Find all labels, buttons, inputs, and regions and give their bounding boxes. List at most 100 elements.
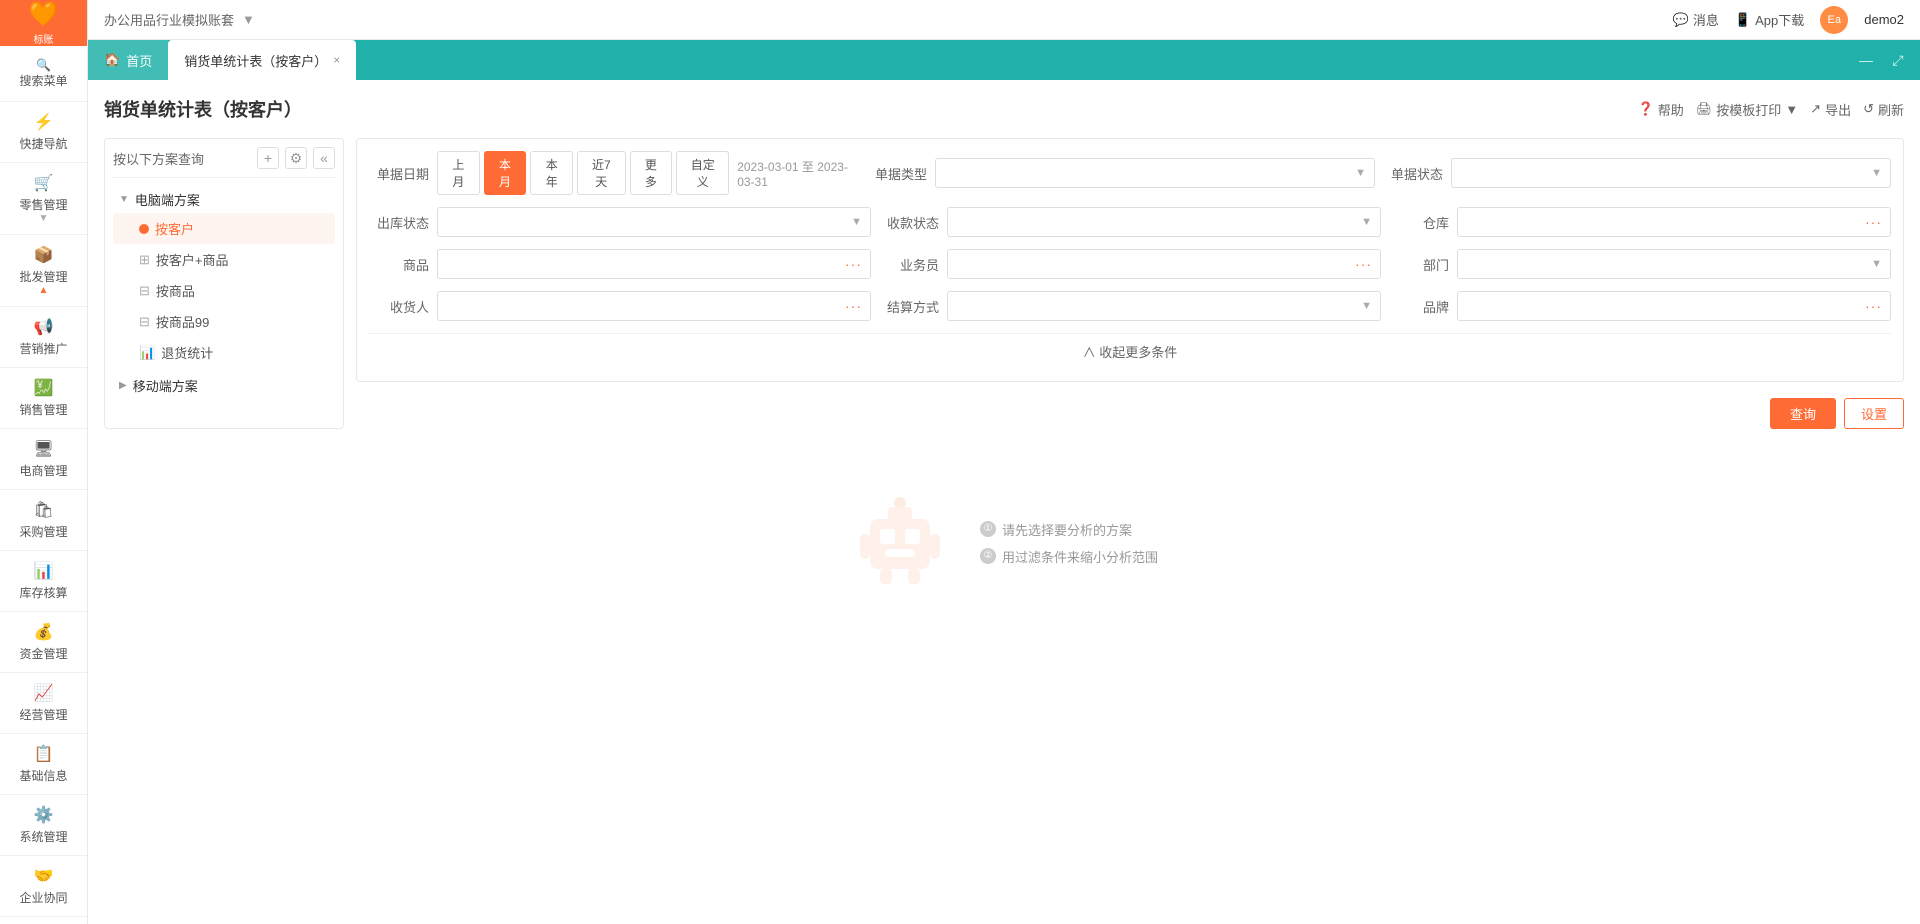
- warehouse-label: 仓库: [1389, 213, 1449, 232]
- scheme-panel-actions: + ⚙ «: [257, 147, 335, 169]
- salesperson-select[interactable]: ···: [947, 249, 1381, 279]
- app-logo[interactable]: 🧡 标账: [0, 0, 88, 46]
- app-download-button[interactable]: 📱 App下载: [1735, 10, 1804, 29]
- date-btn-last-month[interactable]: 上月: [437, 151, 480, 195]
- sidebar-item-system[interactable]: ⚙️ 系统管理: [0, 795, 88, 856]
- scheme-item-customer[interactable]: 按客户: [113, 213, 335, 244]
- sidebar-retail-label: 零售管理: [19, 196, 67, 213]
- print-button[interactable]: 🖨 按模板打印 ▼: [1696, 100, 1798, 119]
- department-select[interactable]: ▼: [1457, 249, 1891, 279]
- main-area: 办公用品行业模拟账套 ▼ 💬 消息 📱 App下载 Ea demo2 🏠 首页 …: [88, 0, 1920, 924]
- avatar[interactable]: Ea: [1820, 6, 1848, 34]
- tab-minimize-button[interactable]: —: [1852, 46, 1880, 74]
- order-status-select[interactable]: ▼: [1451, 158, 1891, 188]
- sidebar-item-enterprise[interactable]: 🤝 企业协同: [0, 856, 88, 917]
- scheme-item-goods99[interactable]: ⊟ 按商品99: [113, 306, 335, 337]
- settlement-select[interactable]: ▼: [947, 291, 1381, 321]
- department-label: 部门: [1389, 255, 1449, 274]
- sidebar-item-purchase[interactable]: 🛍 采购管理: [0, 490, 88, 551]
- system-icon: ⚙️: [34, 805, 54, 825]
- date-btn-this-month[interactable]: 本月: [484, 151, 527, 195]
- tabbar: 🏠 首页 销货单统计表（按客户） × — ⤢: [88, 40, 1920, 80]
- scheme-collapse-button[interactable]: «: [313, 147, 335, 169]
- help-button[interactable]: ❓ 帮助: [1638, 100, 1684, 119]
- desktop-group-toggle-icon: ▼: [119, 194, 129, 205]
- scheme-settings-button[interactable]: ⚙: [285, 147, 307, 169]
- scheme-mobile-group-header[interactable]: ▶ 移动端方案: [113, 372, 335, 399]
- scheme-desktop-group-header[interactable]: ▼ 电脑端方案: [113, 186, 335, 213]
- sidebar-quick-nav-label: 快捷导航: [19, 135, 67, 152]
- scheme-mobile-group: ▶ 移动端方案: [113, 372, 335, 399]
- search-icon: 🔍: [36, 58, 51, 72]
- date-btn-7days[interactable]: 近7天: [577, 151, 625, 195]
- sidebar-item-business[interactable]: 📈 经营管理: [0, 673, 88, 734]
- sidebar-item-search[interactable]: 🔍 搜索菜单: [0, 46, 87, 102]
- user-name[interactable]: demo2: [1864, 12, 1904, 27]
- receiver-dots-icon: ···: [845, 298, 862, 314]
- message-button[interactable]: 💬 消息: [1673, 10, 1719, 29]
- topbar-dropdown-icon[interactable]: ▼: [242, 12, 255, 27]
- wholesale-arrow: ▲: [39, 285, 49, 296]
- tab-fullscreen-button[interactable]: ⤢: [1884, 46, 1912, 74]
- sidebar-item-marketing[interactable]: 📢 营销推广: [0, 307, 88, 368]
- sidebar-item-wholesale[interactable]: 📦 批发管理 ▲: [0, 235, 88, 307]
- hint2-text: 用过滤条件来缩小分析范围: [1002, 547, 1158, 566]
- collapse-bar[interactable]: ∧ 收起更多条件: [369, 333, 1891, 369]
- home-icon: 🏠: [104, 52, 120, 68]
- hint1-text: 请先选择要分析的方案: [1002, 520, 1132, 539]
- warehouse-select[interactable]: ···: [1457, 207, 1891, 237]
- sidebar: 🧡 标账 🔍 搜索菜单 ⚡ 快捷导航 🛒 零售管理 ▼ 📦 批发管理 ▲ 📢 营…: [0, 0, 88, 924]
- app-download-label: App下载: [1755, 10, 1804, 29]
- scheme-panel: 按以下方案查询 + ⚙ « ▼ 电脑端方案 按客户: [104, 138, 344, 429]
- tab-close-button[interactable]: ×: [333, 53, 340, 67]
- scheme-item-return-stat[interactable]: 📊 退货统计: [113, 337, 335, 368]
- empty-hints: 请先选择要分析的方案 用过滤条件来缩小分析范围: [980, 520, 1158, 574]
- sidebar-item-sales[interactable]: 💹 销售管理: [0, 368, 88, 429]
- goods-label: 商品: [369, 255, 429, 274]
- scheme-item-goods[interactable]: ⊟ 按商品: [113, 275, 335, 306]
- sidebar-item-newbie[interactable]: 🌟 新手引导: [0, 917, 88, 924]
- scheme-add-button[interactable]: +: [257, 147, 279, 169]
- sidebar-enterprise-label: 企业协同: [19, 889, 67, 906]
- date-btn-custom[interactable]: 自定义: [676, 151, 729, 195]
- filter-row-2: 出库状态 ▼ 收款状态 ▼ 仓库 ···: [369, 207, 1891, 237]
- help-label: 帮助: [1658, 100, 1684, 119]
- retail-arrow: ▼: [39, 213, 49, 224]
- sidebar-item-quick-nav[interactable]: ⚡ 快捷导航: [0, 102, 88, 163]
- scheme-panel-title: 按以下方案查询: [113, 149, 204, 168]
- order-type-select[interactable]: ▼: [935, 158, 1375, 188]
- filter-settings-button[interactable]: 设置: [1844, 398, 1904, 429]
- scheme-item-customer-goods[interactable]: ⊞ 按客户+商品: [113, 244, 335, 275]
- query-button[interactable]: 查询: [1770, 398, 1836, 429]
- goods-select[interactable]: ···: [437, 249, 871, 279]
- out-status-select[interactable]: ▼: [437, 207, 871, 237]
- receiver-select[interactable]: ···: [437, 291, 871, 321]
- order-status-label: 单据状态: [1383, 164, 1443, 183]
- sidebar-wholesale-label: 批发管理: [19, 268, 67, 285]
- date-btn-more[interactable]: 更多: [630, 151, 673, 195]
- sidebar-item-ecommerce[interactable]: 🖥 电商管理: [0, 429, 88, 490]
- topbar-right: 💬 消息 📱 App下载 Ea demo2: [1673, 6, 1904, 34]
- brand-select[interactable]: ···: [1457, 291, 1891, 321]
- refresh-button[interactable]: ↺ 刷新: [1863, 100, 1904, 119]
- ecommerce-icon: 🖥: [33, 439, 53, 459]
- inventory-icon: 📊: [34, 561, 54, 581]
- sidebar-item-inventory[interactable]: 📊 库存核算: [0, 551, 88, 612]
- topbar-title: 办公用品行业模拟账套: [104, 10, 234, 29]
- tab-home[interactable]: 🏠 首页: [88, 40, 168, 80]
- sidebar-item-basic[interactable]: 📋 基础信息: [0, 734, 88, 795]
- filter-action-area: 单据日期 上月 本月 本年 近7天 更多 自定义 2023-03-01 至 20…: [356, 138, 1904, 429]
- sidebar-item-finance[interactable]: 💰 资金管理: [0, 612, 88, 673]
- purchase-icon: 🛍: [33, 500, 53, 520]
- sidebar-basic-label: 基础信息: [19, 767, 67, 784]
- export-button[interactable]: ↗ 导出: [1810, 100, 1851, 119]
- date-btn-this-year[interactable]: 本年: [530, 151, 573, 195]
- empty-hint-1: 请先选择要分析的方案: [980, 520, 1158, 539]
- tab-sales-stat-label: 销货单统计表（按客户）: [184, 51, 327, 70]
- customer-goods-icon: ⊞: [139, 252, 150, 268]
- pay-status-select[interactable]: ▼: [947, 207, 1381, 237]
- topbar: 办公用品行业模拟账套 ▼ 💬 消息 📱 App下载 Ea demo2: [88, 0, 1920, 40]
- tab-sales-stat[interactable]: 销货单统计表（按客户） ×: [168, 40, 356, 80]
- sidebar-item-retail[interactable]: 🛒 零售管理 ▼: [0, 163, 88, 235]
- refresh-label: 刷新: [1878, 100, 1904, 119]
